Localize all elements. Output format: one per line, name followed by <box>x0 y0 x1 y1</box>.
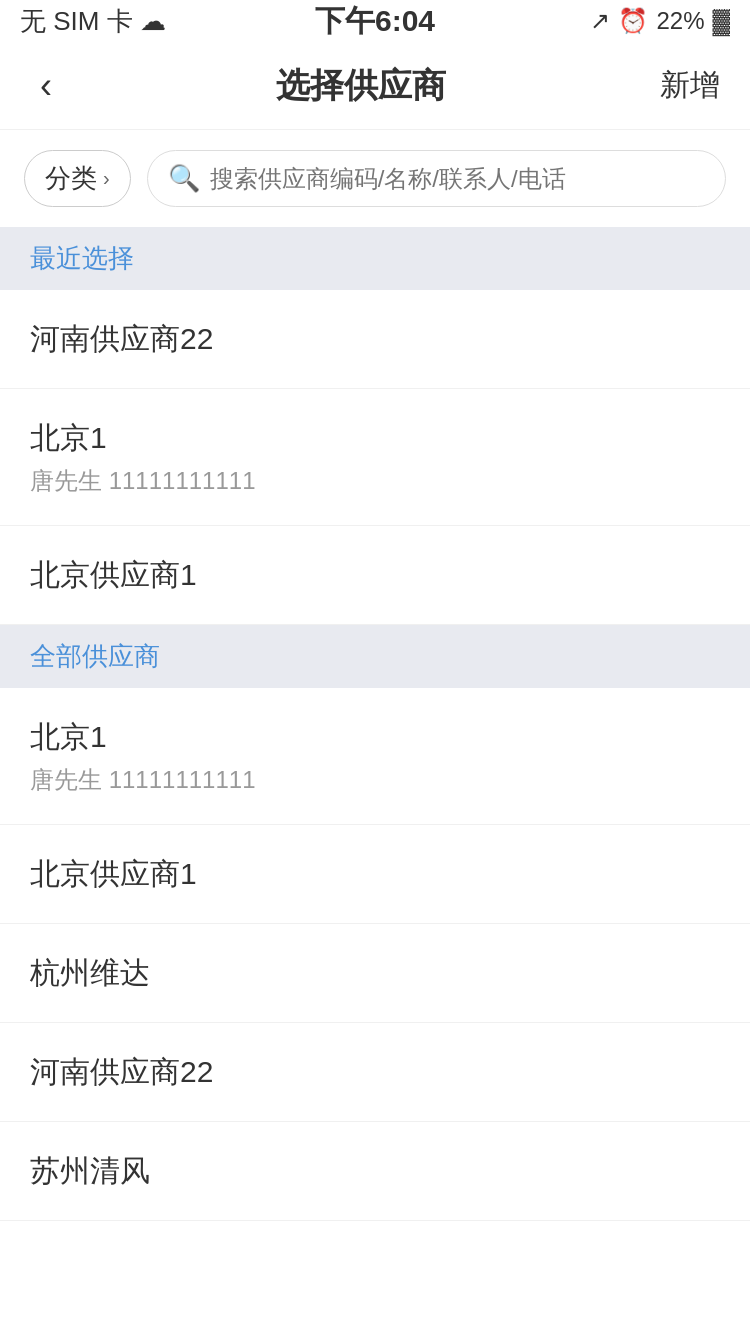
supplier-name: 北京供应商1 <box>30 554 720 596</box>
search-box[interactable]: 🔍 <box>147 150 726 207</box>
battery-icon: ▓ <box>713 7 731 35</box>
location-icon: ↗ <box>590 7 610 35</box>
chevron-right-icon: › <box>103 167 110 190</box>
list-item[interactable]: 北京供应商1 <box>0 825 750 924</box>
status-bar: 无 SIM 卡 ☁ 下午6:04 ↗ ⏰ 22% ▓ <box>0 0 750 42</box>
page-title: 选择供应商 <box>276 63 446 109</box>
list-item[interactable]: 河南供应商22 <box>0 1023 750 1122</box>
supplier-contact: 唐先生 11111111111 <box>30 465 720 497</box>
back-button[interactable]: ‹ <box>30 55 62 117</box>
section-header-all: 全部供应商 <box>0 625 750 688</box>
sim-status: 无 SIM 卡 ☁ <box>20 4 166 39</box>
supplier-list: 最近选择河南供应商22 北京1 唐先生 11111111111 北京供应商1 全部供应商… <box>0 227 750 1221</box>
list-item[interactable]: 北京1 唐先生 11111111111 <box>0 688 750 825</box>
search-icon: 🔍 <box>168 163 200 194</box>
list-item[interactable]: 北京供应商1 <box>0 526 750 625</box>
category-label: 分类 <box>45 161 97 196</box>
list-item[interactable]: 杭州维达 <box>0 924 750 1023</box>
category-button[interactable]: 分类 › <box>24 150 131 207</box>
battery-level: 22% <box>656 7 704 35</box>
section-header-recent: 最近选择 <box>0 227 750 290</box>
supplier-name: 北京1 <box>30 417 720 459</box>
alarm-icon: ⏰ <box>618 7 648 35</box>
search-area: 分类 › 🔍 <box>0 130 750 227</box>
search-input[interactable] <box>210 165 705 193</box>
status-right: ↗ ⏰ 22% ▓ <box>590 7 730 35</box>
supplier-name: 河南供应商22 <box>30 1051 720 1093</box>
supplier-contact: 唐先生 11111111111 <box>30 764 720 796</box>
nav-bar: ‹ 选择供应商 新增 <box>0 42 750 130</box>
list-item[interactable]: 苏州清风 <box>0 1122 750 1221</box>
add-button[interactable]: 新增 <box>660 65 720 106</box>
supplier-name: 北京1 <box>30 716 720 758</box>
status-time: 下午6:04 <box>315 1 435 42</box>
supplier-name: 河南供应商22 <box>30 318 720 360</box>
list-item[interactable]: 北京1 唐先生 11111111111 <box>0 389 750 526</box>
supplier-name: 北京供应商1 <box>30 853 720 895</box>
supplier-name: 杭州维达 <box>30 952 720 994</box>
list-item[interactable]: 河南供应商22 <box>0 290 750 389</box>
status-left: 无 SIM 卡 ☁ <box>20 4 166 39</box>
supplier-name: 苏州清风 <box>30 1150 720 1192</box>
